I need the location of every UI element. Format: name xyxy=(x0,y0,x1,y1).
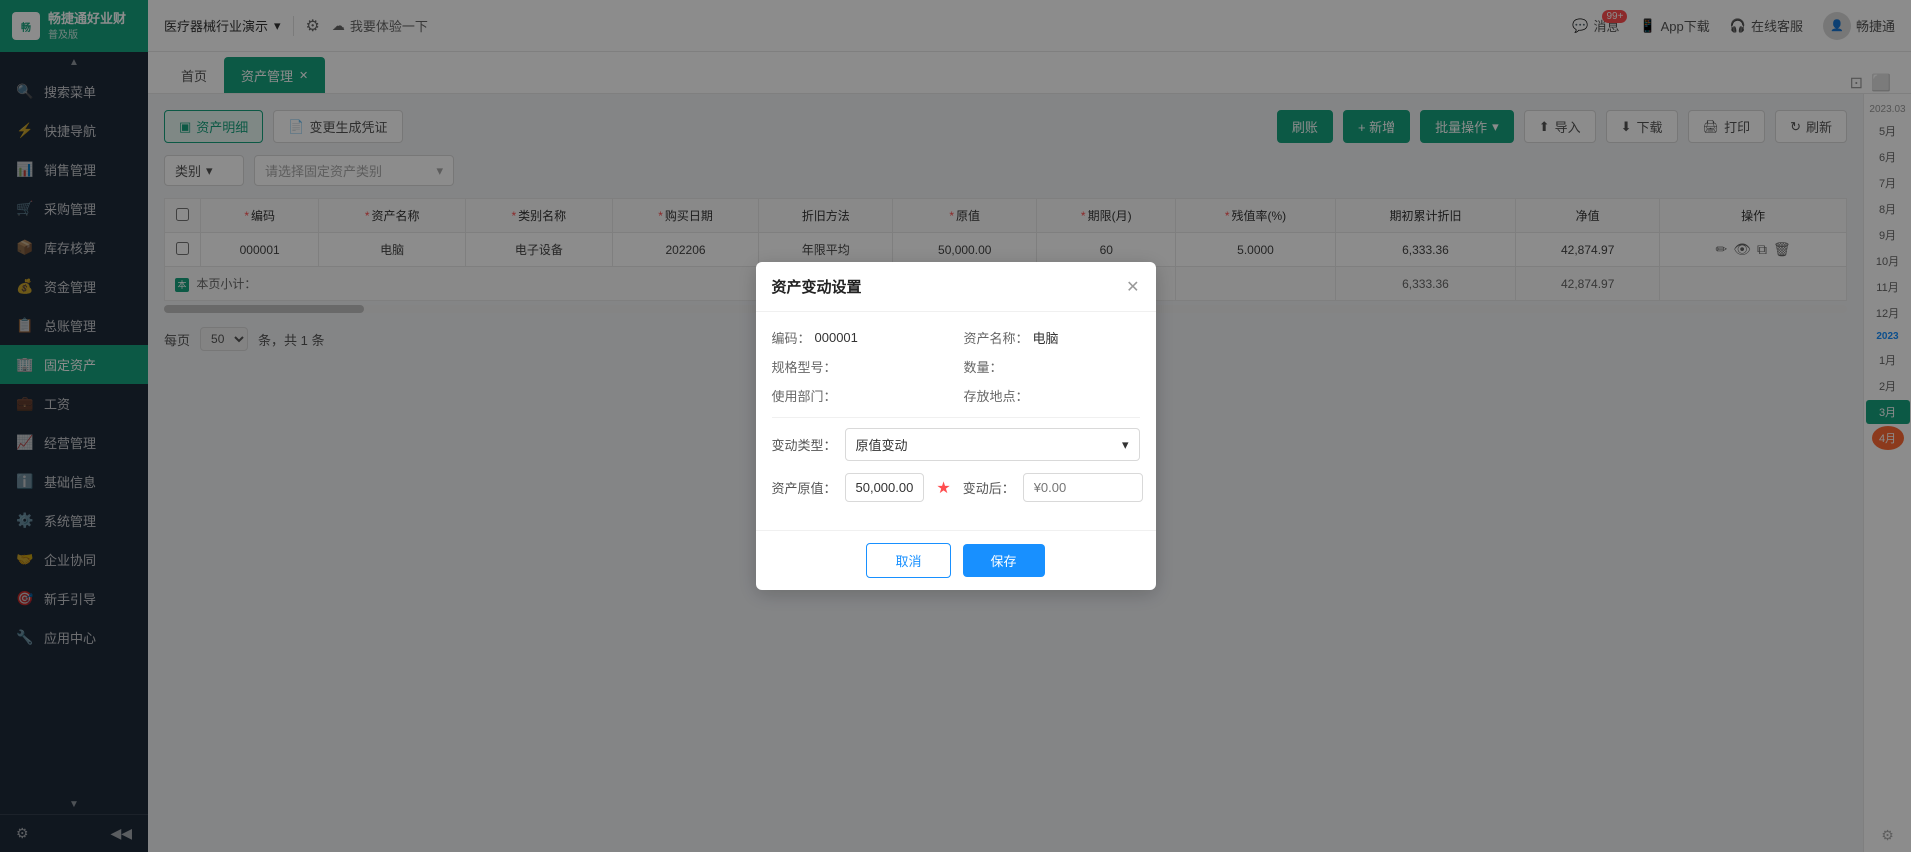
modal-cancel-button[interactable]: 取消 xyxy=(866,543,950,578)
asset-name-value: 电脑 xyxy=(1033,328,1059,347)
dept-label: 使用部门： xyxy=(772,386,837,405)
location-label: 存放地点： xyxy=(964,386,1029,405)
spec-label: 规格型号： xyxy=(772,357,837,376)
modal-save-button[interactable]: 保存 xyxy=(963,544,1045,577)
required-star: ★ xyxy=(936,478,950,498)
original-value: 50,000.00 xyxy=(856,480,914,495)
modal-code: 编码： 000001 xyxy=(772,328,948,347)
modal-body: 编码： 000001 资产名称： 电脑 规格型号： 数量： 使用部门： xyxy=(756,312,1156,530)
quantity-label: 数量： xyxy=(964,357,1003,376)
asset-change-modal: 资产变动设置 ✕ 编码： 000001 资产名称： 电脑 规格型号： 数量： xyxy=(756,262,1156,590)
modal-overlay: 资产变动设置 ✕ 编码： 000001 资产名称： 电脑 规格型号： 数量： xyxy=(0,0,1911,852)
original-value-label: 资产原值： xyxy=(772,478,837,497)
asset-name-label: 资产名称： xyxy=(964,328,1029,347)
after-value-input[interactable] xyxy=(1023,473,1143,502)
modal-footer: 取消 保存 xyxy=(756,530,1156,590)
modal-close-button[interactable]: ✕ xyxy=(1126,277,1139,297)
modal-spec: 规格型号： xyxy=(772,357,948,376)
code-label: 编码： xyxy=(772,328,811,347)
after-label: 变动后： xyxy=(963,478,1015,497)
original-value-display: 50,000.00 xyxy=(845,473,925,502)
modal-info-grid: 编码： 000001 资产名称： 电脑 规格型号： 数量： 使用部门： xyxy=(772,328,1140,405)
modal-header: 资产变动设置 ✕ xyxy=(756,262,1156,312)
change-type-value: 原值变动 xyxy=(856,435,908,454)
change-type-select[interactable]: 原值变动 ▾ xyxy=(845,428,1140,461)
value-row: 资产原值： 50,000.00 ★ 变动后： xyxy=(772,473,1140,502)
code-value: 000001 xyxy=(815,330,858,345)
change-type-dropdown-icon: ▾ xyxy=(1122,437,1129,453)
modal-quantity: 数量： xyxy=(964,357,1140,376)
modal-title: 资产变动设置 xyxy=(772,276,862,297)
change-type-row: 变动类型： 原值变动 ▾ xyxy=(772,428,1140,461)
modal-divider xyxy=(772,417,1140,418)
modal-location: 存放地点： xyxy=(964,386,1140,405)
modal-asset-name: 资产名称： 电脑 xyxy=(964,328,1140,347)
change-type-label: 变动类型： xyxy=(772,435,837,454)
modal-dept: 使用部门： xyxy=(772,386,948,405)
